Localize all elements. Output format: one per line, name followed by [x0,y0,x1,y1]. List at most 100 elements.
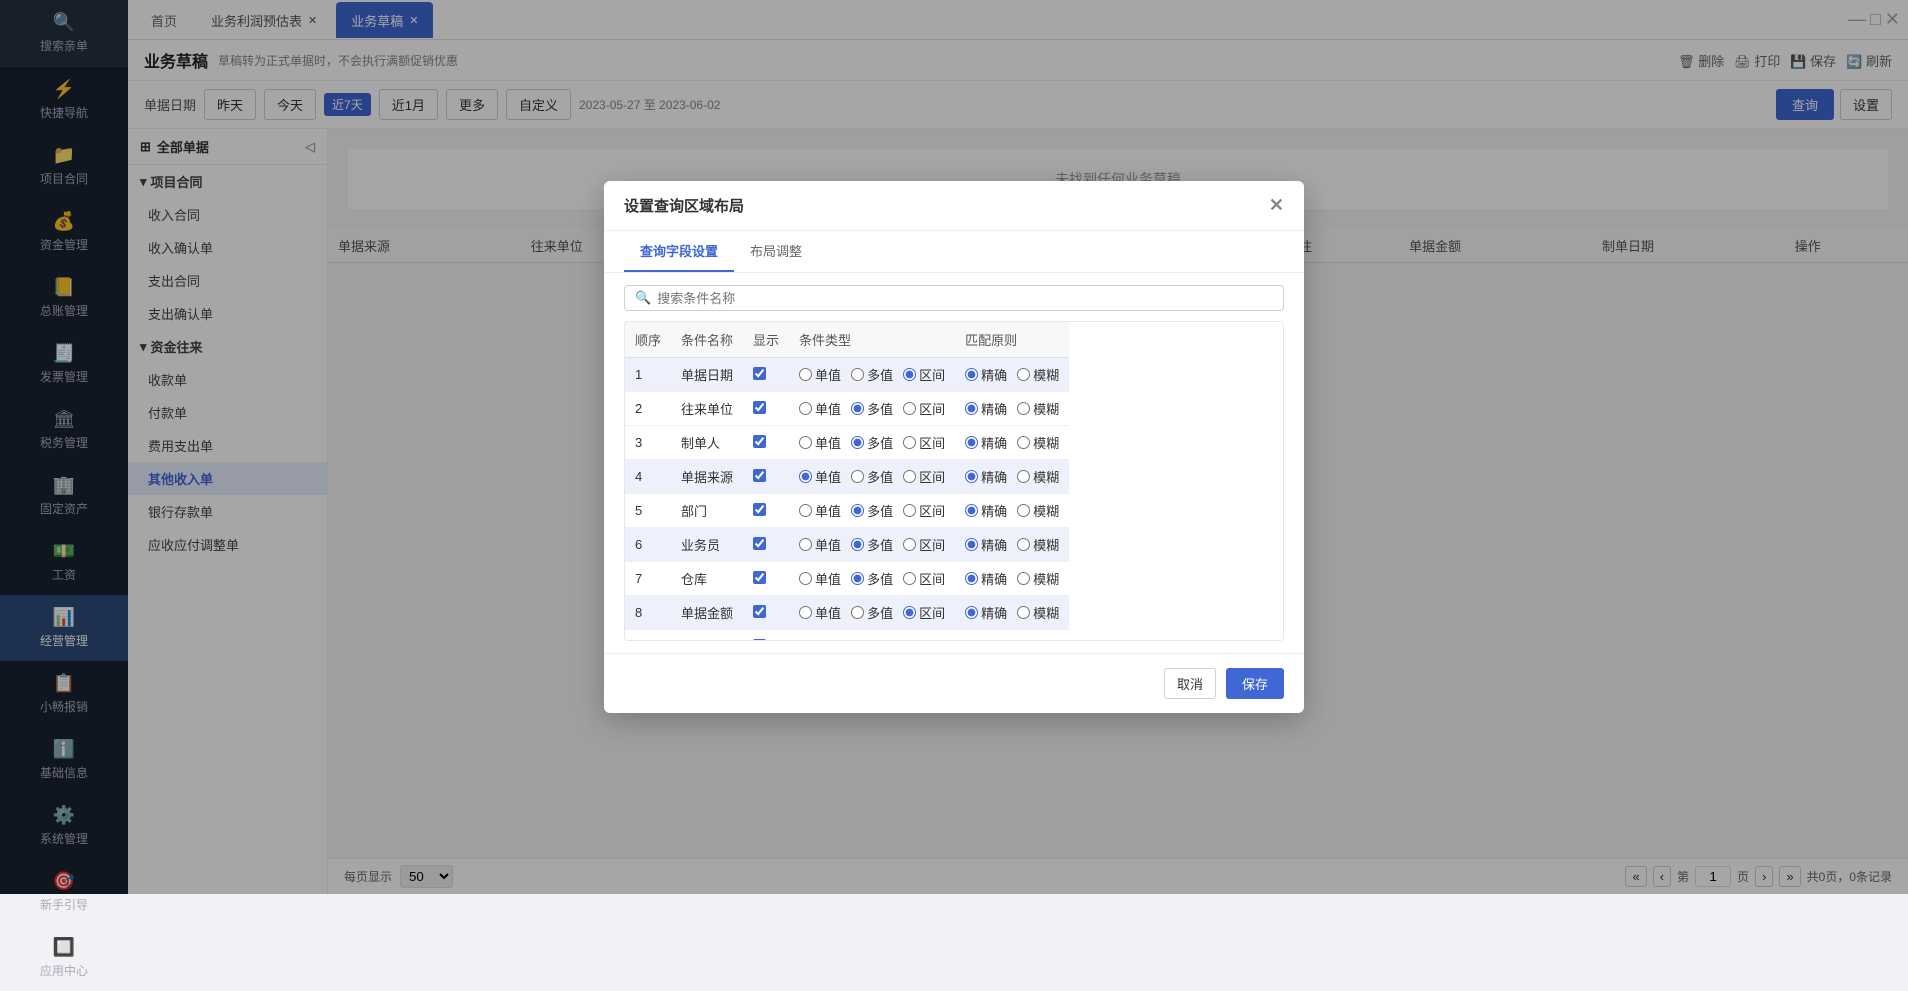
radio-single[interactable]: 单值 [799,535,841,554]
cell-show[interactable] [743,562,789,596]
cell-match[interactable]: 精确 模糊 [955,426,1069,460]
radio-exact[interactable]: 精确 [965,603,1007,622]
radio-range-input[interactable] [903,572,916,585]
cell-type[interactable]: 单值 多值 区间 [789,460,955,494]
cell-type[interactable]: 单值 多值 区间 [789,630,955,642]
cell-show[interactable] [743,494,789,528]
dialog-close-button[interactable]: ✕ [1269,195,1284,216]
radio-range[interactable]: 区间 [903,603,945,622]
radio-single-input[interactable] [799,572,812,585]
radio-range-input[interactable] [903,470,916,483]
radio-exact[interactable]: 精确 [965,637,1007,641]
radio-multi-input[interactable] [851,606,864,619]
radio-range[interactable]: 区间 [903,637,945,641]
cell-match[interactable]: 精确 模糊 [955,392,1069,426]
radio-single-input[interactable] [799,368,812,381]
radio-single[interactable]: 单值 [799,433,841,452]
radio-exact[interactable]: 精确 [965,399,1007,418]
cell-type[interactable]: 单值 多值 区间 [789,596,955,630]
cell-match[interactable]: 精确 模糊 [955,494,1069,528]
radio-fuzzy-input[interactable] [1017,368,1030,381]
radio-exact[interactable]: 精确 [965,467,1007,486]
radio-multi[interactable]: 多值 [851,433,893,452]
radio-single-input[interactable] [799,402,812,415]
tab-query-fields[interactable]: 查询字段设置 [624,231,734,272]
radio-fuzzy-input[interactable] [1017,436,1030,449]
cell-type[interactable]: 单值 多值 区间 [789,392,955,426]
cell-show[interactable] [743,460,789,494]
radio-multi[interactable]: 多值 [851,535,893,554]
radio-fuzzy-input[interactable] [1017,640,1030,641]
radio-range-input[interactable] [903,606,916,619]
radio-single-input[interactable] [799,436,812,449]
radio-exact-input[interactable] [965,640,978,641]
radio-multi-input[interactable] [851,572,864,585]
cell-match[interactable]: 精确 模糊 [955,528,1069,562]
radio-range-input[interactable] [903,504,916,517]
cell-type[interactable]: 单值 多值 区间 [789,358,955,392]
radio-exact[interactable]: 精确 [965,433,1007,452]
radio-single[interactable]: 单值 [799,501,841,520]
radio-single-input[interactable] [799,470,812,483]
show-checkbox[interactable] [753,469,766,482]
radio-single-input[interactable] [799,538,812,551]
radio-single[interactable]: 单值 [799,399,841,418]
cell-match[interactable]: 精确 模糊 [955,358,1069,392]
show-checkbox[interactable] [753,605,766,618]
cell-show[interactable] [743,630,789,642]
cell-show[interactable] [743,528,789,562]
cell-show[interactable] [743,358,789,392]
radio-multi[interactable]: 多值 [851,569,893,588]
radio-exact-input[interactable] [965,470,978,483]
radio-exact[interactable]: 精确 [965,535,1007,554]
radio-fuzzy-input[interactable] [1017,606,1030,619]
radio-multi-input[interactable] [851,470,864,483]
radio-single[interactable]: 单值 [799,603,841,622]
radio-exact-input[interactable] [965,538,978,551]
radio-exact-input[interactable] [965,436,978,449]
radio-multi[interactable]: 多值 [851,467,893,486]
radio-multi[interactable]: 多值 [851,637,893,641]
cell-type[interactable]: 单值 多值 区间 [789,494,955,528]
radio-fuzzy[interactable]: 模糊 [1017,501,1059,520]
show-checkbox[interactable] [753,537,766,550]
cell-type[interactable]: 单值 多值 区间 [789,426,955,460]
radio-fuzzy[interactable]: 模糊 [1017,535,1059,554]
show-checkbox[interactable] [753,639,766,642]
radio-fuzzy-input[interactable] [1017,402,1030,415]
sidebar-item-app-center[interactable]: 🔲 应用中心 [0,925,128,991]
cell-match[interactable]: 精确 模糊 [955,596,1069,630]
cell-type[interactable]: 单值 多值 区间 [789,562,955,596]
radio-multi[interactable]: 多值 [851,365,893,384]
radio-fuzzy-input[interactable] [1017,470,1030,483]
radio-single[interactable]: 单值 [799,637,841,641]
radio-fuzzy[interactable]: 模糊 [1017,603,1059,622]
radio-range-input[interactable] [903,402,916,415]
radio-fuzzy[interactable]: 模糊 [1017,365,1059,384]
radio-range[interactable]: 区间 [903,433,945,452]
show-checkbox[interactable] [753,435,766,448]
radio-range[interactable]: 区间 [903,535,945,554]
radio-range[interactable]: 区间 [903,501,945,520]
radio-single-input[interactable] [799,504,812,517]
radio-exact[interactable]: 精确 [965,569,1007,588]
radio-fuzzy-input[interactable] [1017,538,1030,551]
radio-fuzzy[interactable]: 模糊 [1017,467,1059,486]
radio-fuzzy[interactable]: 模糊 [1017,399,1059,418]
radio-multi-input[interactable] [851,436,864,449]
radio-exact-input[interactable] [965,572,978,585]
cell-match[interactable]: 精确 模糊 [955,630,1069,642]
radio-exact-input[interactable] [965,504,978,517]
radio-single-input[interactable] [799,640,812,641]
condition-search-input[interactable] [657,291,1273,306]
cell-type[interactable]: 单值 多值 区间 [789,528,955,562]
radio-multi-input[interactable] [851,402,864,415]
radio-fuzzy-input[interactable] [1017,572,1030,585]
radio-multi-input[interactable] [851,640,864,641]
dialog-save-button[interactable]: 保存 [1226,668,1284,699]
radio-single[interactable]: 单值 [799,569,841,588]
radio-fuzzy[interactable]: 模糊 [1017,433,1059,452]
radio-range[interactable]: 区间 [903,467,945,486]
tab-layout[interactable]: 布局调整 [734,231,818,272]
radio-range-input[interactable] [903,368,916,381]
